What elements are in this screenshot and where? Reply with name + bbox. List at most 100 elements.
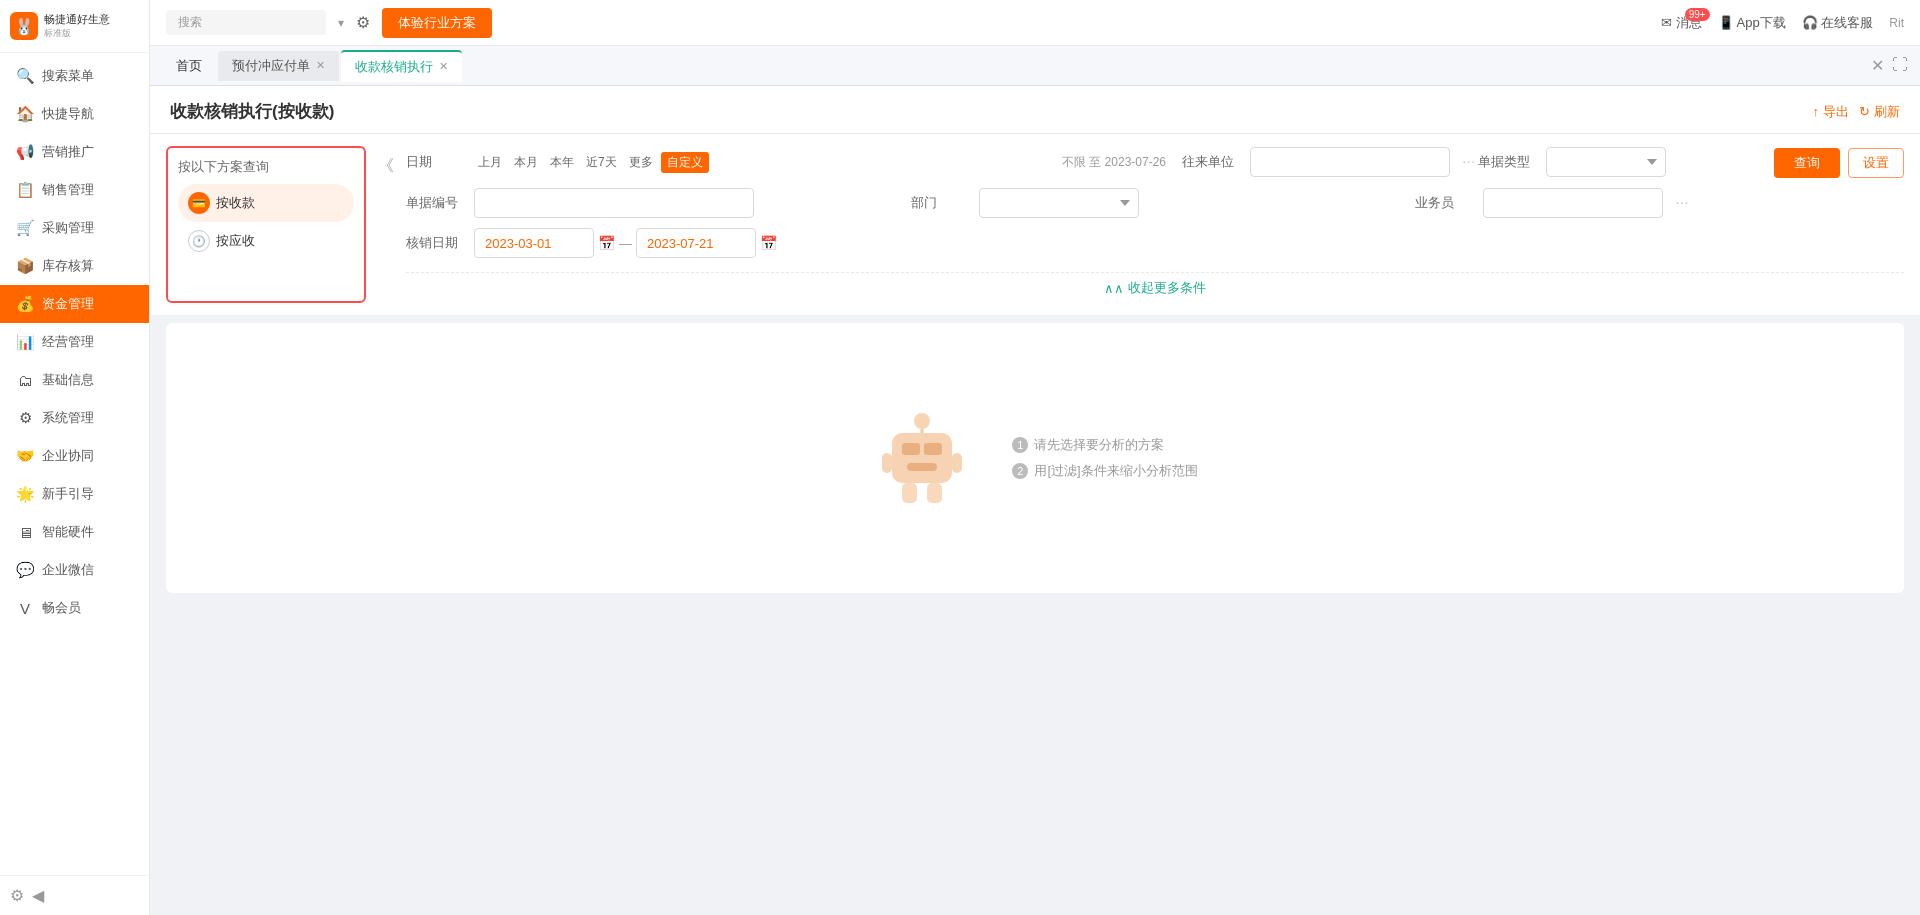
message-count: 99+: [1685, 8, 1710, 21]
purchase-icon: 🛒: [16, 219, 34, 237]
staff-input[interactable]: [1483, 188, 1663, 218]
counterpart-dots-icon[interactable]: ···: [1462, 153, 1475, 171]
verify-date-start-cal-icon[interactable]: 📅: [598, 235, 615, 251]
sidebar-item-purchase[interactable]: 🛒采购管理: [0, 209, 149, 247]
staff-field: 业务员 ···: [1415, 188, 1904, 218]
verify-date-field: 核销日期 📅 — 📅: [406, 228, 1904, 258]
filter-row-1: 日期 上月 本月 本年 近7天 更多 自定义 不限 至 2023-07-26 往…: [406, 146, 1904, 178]
date-field: 日期 上月 本月 本年 近7天 更多 自定义: [406, 152, 1046, 173]
settings-icon[interactable]: ⚙: [10, 886, 24, 905]
tab-prepay-close[interactable]: ✕: [316, 59, 325, 72]
sidebar-item-operations[interactable]: 📊经营管理: [0, 323, 149, 361]
logo-area: 🐰 畅捷通好生意 标准版: [0, 0, 149, 53]
filter-scheme-panel: 按以下方案查询 💳 按收款 🕐 按应收: [166, 146, 366, 303]
filter-option-by-receipt[interactable]: 💳 按收款: [178, 184, 354, 222]
counterpart-input[interactable]: [1250, 147, 1450, 177]
shortcut-7days[interactable]: 近7天: [582, 152, 621, 173]
sidebar-item-basic[interactable]: 🗂基础信息: [0, 361, 149, 399]
sidebar-item-system[interactable]: ⚙系统管理: [0, 399, 149, 437]
topbar-right: ✉ 消息 99+ 📱 App下载 🎧 在线客服 Rit: [1661, 14, 1904, 32]
tab-expand-icon[interactable]: ⛶: [1892, 56, 1908, 75]
guide-icon: 🌟: [16, 485, 34, 503]
sidebar-item-quicknav[interactable]: 🏠快捷导航: [0, 95, 149, 133]
sidebar-item-member[interactable]: V畅会员: [0, 589, 149, 627]
export-icon: ↑: [1813, 104, 1820, 119]
voucher-no-label: 单据编号: [406, 194, 466, 212]
sidebar-item-sales[interactable]: 📋销售管理: [0, 171, 149, 209]
logo-badge: 标准版: [44, 27, 110, 40]
verify-date-end-cal-icon[interactable]: 📅: [760, 235, 777, 251]
counterpart-field: 往来单位 ···: [1182, 147, 1462, 177]
shortcut-this-month[interactable]: 本月: [510, 152, 542, 173]
online-service[interactable]: 🎧 在线客服: [1802, 14, 1874, 32]
verify-date-end-input[interactable]: [636, 228, 756, 258]
step-2-badge: 2: [1012, 463, 1028, 479]
verify-date-start-input[interactable]: [474, 228, 594, 258]
tab-home[interactable]: 首页: [162, 51, 216, 81]
voucher-type-field: 单据类型: [1478, 147, 1758, 177]
weixin-icon: 💬: [16, 561, 34, 579]
empty-hint-2: 2 用[过滤]条件来缩小分析范围: [1012, 462, 1197, 480]
collapse-chevron-icon: ∧∧: [1104, 281, 1124, 296]
settings-btn[interactable]: 设置: [1848, 148, 1904, 178]
topbar-search[interactable]: 搜索: [166, 10, 326, 35]
dept-select[interactable]: [979, 188, 1139, 218]
filter-form: 日期 上月 本月 本年 近7天 更多 自定义 不限 至 2023-07-26 往…: [406, 146, 1904, 303]
query-btn[interactable]: 查询: [1774, 148, 1840, 178]
export-btn[interactable]: ↑ 导出: [1813, 103, 1850, 121]
tab-prepay[interactable]: 预付冲应付单 ✕: [218, 51, 339, 81]
page-header: 收款核销执行(按收款) ↑ 导出 ↻ 刷新: [150, 86, 1920, 134]
sidebar-item-guide[interactable]: 🌟新手引导: [0, 475, 149, 513]
search-placeholder: 搜索: [178, 14, 202, 31]
sidebar-item-search[interactable]: 🔍搜索菜单: [0, 57, 149, 95]
sidebar-menu: 🔍搜索菜单🏠快捷导航📢营销推广📋销售管理🛒采购管理📦库存核算💰资金管理📊经营管理…: [0, 53, 149, 875]
receivable-icon: 🕐: [188, 230, 210, 252]
industry-btn[interactable]: 体验行业方案: [382, 8, 492, 38]
logo-icon: 🐰: [10, 12, 38, 40]
sidebar-item-hardware[interactable]: 🖥智能硬件: [0, 513, 149, 551]
shortcut-last-month[interactable]: 上月: [474, 152, 506, 173]
user-name[interactable]: Rit: [1889, 16, 1904, 30]
marketing-icon: 📢: [16, 143, 34, 161]
sidebar-item-weixin[interactable]: 💬企业微信: [0, 551, 149, 589]
shortcut-more[interactable]: 更多: [625, 152, 657, 173]
refresh-btn[interactable]: ↻ 刷新: [1859, 103, 1900, 121]
shortcut-custom[interactable]: 自定义: [661, 152, 709, 173]
staff-dots-icon[interactable]: ···: [1675, 194, 1688, 212]
app-download[interactable]: 📱 App下载: [1718, 14, 1786, 32]
scheme-collapse-icon[interactable]: 《: [378, 156, 394, 177]
member-icon: V: [16, 600, 34, 617]
voucher-type-label: 单据类型: [1478, 153, 1538, 171]
voucher-type-select[interactable]: [1546, 147, 1666, 177]
topbar-chevron-icon[interactable]: ▾: [338, 16, 344, 30]
sidebar-item-inventory[interactable]: 📦库存核算: [0, 247, 149, 285]
filter-row-2: 单据编号 部门 业务员 ···: [406, 188, 1904, 218]
voucher-no-input[interactable]: [474, 188, 754, 218]
inventory-icon: 📦: [16, 257, 34, 275]
svg-rect-4: [882, 453, 892, 473]
sidebar-item-collab[interactable]: 🤝企业协同: [0, 437, 149, 475]
filter-scheme-title: 按以下方案查询: [178, 158, 354, 176]
hardware-icon: 🖥: [16, 524, 34, 541]
message-area[interactable]: ✉ 消息 99+: [1661, 14, 1702, 32]
tab-receipts[interactable]: 收款核销执行 ✕: [341, 50, 462, 82]
verify-date-label: 核销日期: [406, 234, 466, 252]
tab-close-all-icon[interactable]: ✕: [1871, 56, 1884, 75]
collapse-sidebar-icon[interactable]: ◀: [32, 886, 44, 905]
operations-icon: 📊: [16, 333, 34, 351]
counterpart-label: 往来单位: [1182, 153, 1242, 171]
refresh-icon: ↻: [1859, 104, 1870, 119]
shortcut-this-year[interactable]: 本年: [546, 152, 578, 173]
date-label: 日期: [406, 153, 466, 171]
filter-actions: 查询 设置: [1774, 148, 1904, 178]
svg-rect-0: [892, 433, 952, 483]
collapse-more-btn[interactable]: ∧∧ 收起更多条件: [406, 272, 1904, 303]
tab-receipts-close[interactable]: ✕: [439, 60, 448, 73]
filter-option-by-receivable[interactable]: 🕐 按应收: [178, 222, 354, 260]
staff-label: 业务员: [1415, 194, 1475, 212]
sidebar-item-marketing[interactable]: 📢营销推广: [0, 133, 149, 171]
sidebar-item-finance[interactable]: 💰资金管理: [0, 285, 149, 323]
date-range-hint: 不限 至 2023-07-26: [1062, 154, 1166, 171]
svg-rect-7: [927, 483, 942, 503]
topbar-gear-icon[interactable]: ⚙: [356, 13, 370, 32]
